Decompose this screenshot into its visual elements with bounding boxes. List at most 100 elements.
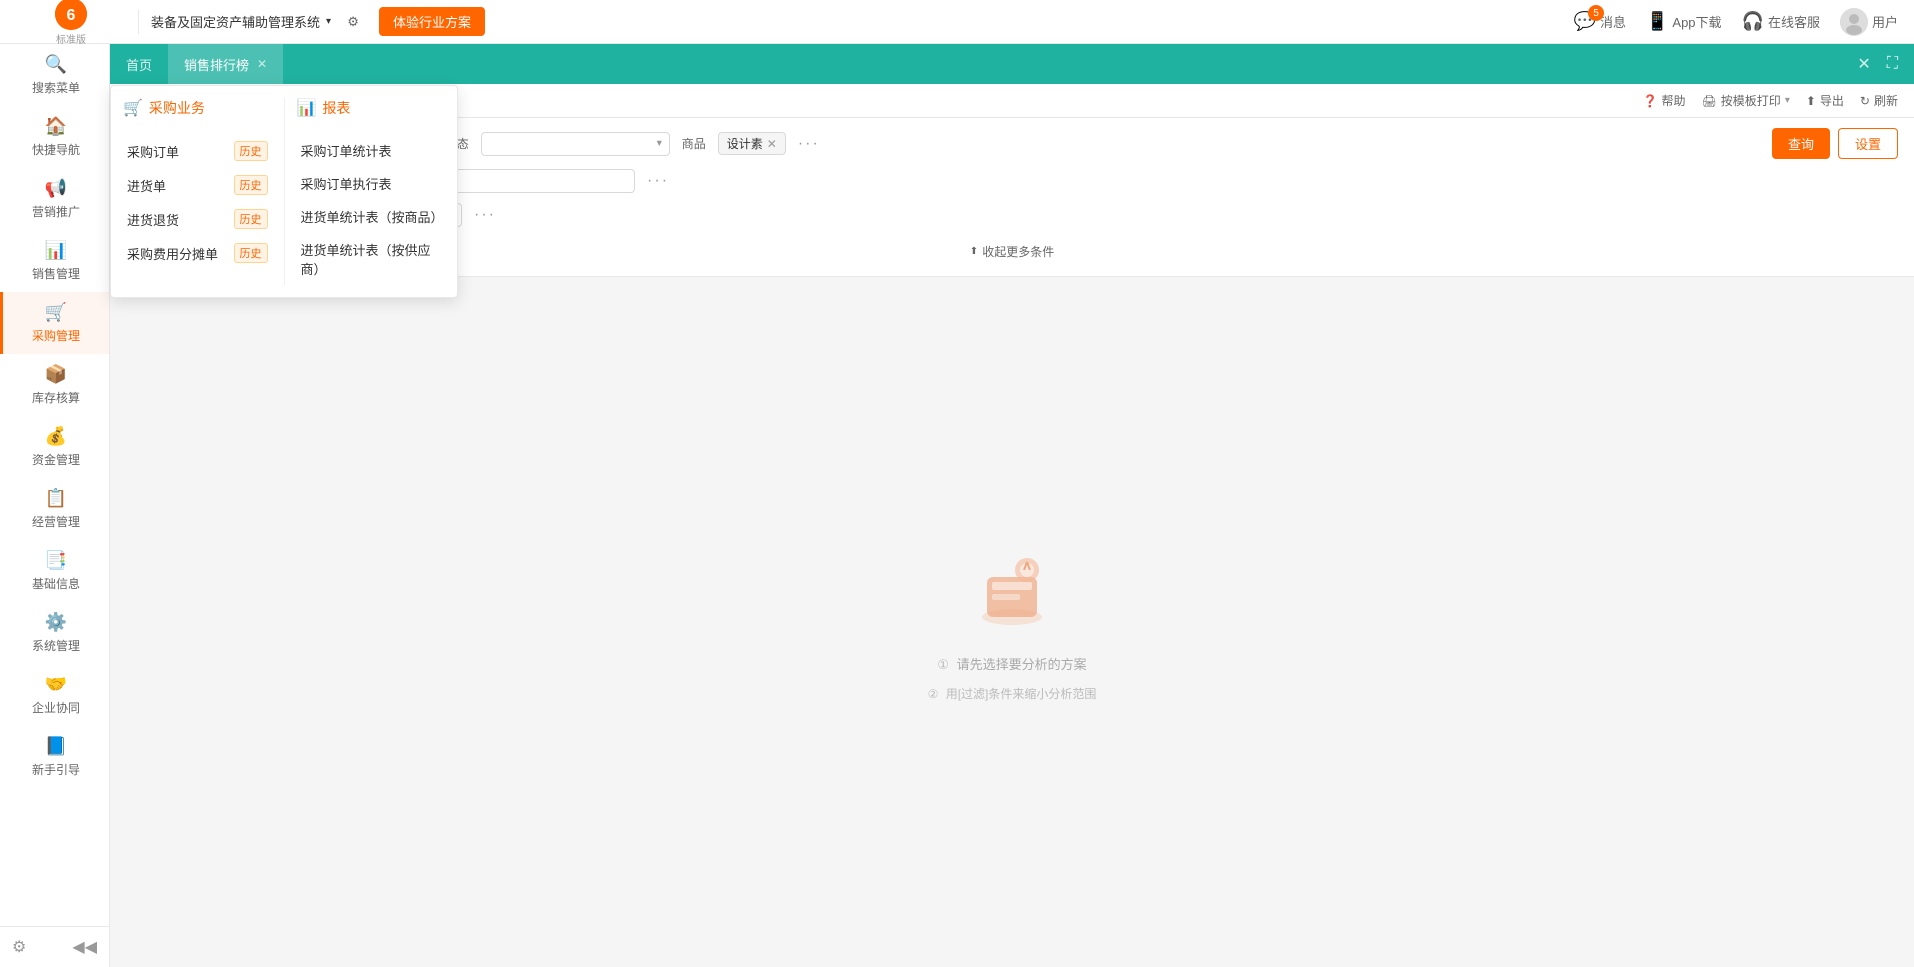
export-btn[interactable]: ⬆ 导出 <box>1806 92 1844 109</box>
sidebar-item-label: 新手引导 <box>32 761 80 778</box>
tab-close-icon[interactable]: ✕ <box>257 57 267 71</box>
tab-close-btn[interactable]: ✕ <box>1853 50 1874 78</box>
collapse-up-icon: ⬆ <box>970 246 978 257</box>
sidebar-item-capital[interactable]: 💰 资金管理 <box>0 416 109 478</box>
dropdown-item-purchase-order[interactable]: 采购订单 历史 <box>123 134 272 168</box>
logo-label: 标准版 <box>56 31 86 46</box>
sidebar-item-label: 资金管理 <box>32 451 80 468</box>
purchase-col-icon: 🛒 <box>123 98 143 118</box>
money-icon: 💰 <box>45 426 67 447</box>
history-badge: 历史 <box>234 209 268 229</box>
dropdown-item-purchase-expense[interactable]: 采购费用分摊单 历史 <box>123 236 272 270</box>
goods-label: 商品 <box>682 135 706 152</box>
item-label: 进货单统计表（按商品） <box>301 207 442 226</box>
sidebar-item-stock[interactable]: 📦 库存核算 <box>0 354 109 416</box>
collapse-label: 收起更多条件 <box>982 243 1054 260</box>
print-dropdown-icon[interactable]: ▾ <box>1785 95 1790 106</box>
dropdown-item-report-4[interactable]: 进货单统计表（按供应商） <box>297 233 446 285</box>
system-title: 装备及固定资产辅助管理系统 ▾ <box>151 12 331 31</box>
customer-dots[interactable]: ··· <box>474 206 496 224</box>
dropdown-item-report-1[interactable]: 采购订单统计表 <box>297 134 446 167</box>
app-download-label: App下载 <box>1672 12 1721 31</box>
trial-button[interactable]: 体验行业方案 <box>379 7 485 36</box>
message-badge: 5 <box>1588 5 1604 21</box>
sidebar-item-sales[interactable]: 📊 销售管理 <box>0 230 109 292</box>
item-label: 采购费用分摊单 <box>127 244 218 263</box>
sidebar-item-marketing[interactable]: 📢 营销推广 <box>0 168 109 230</box>
item-label: 采购订单统计表 <box>301 141 392 160</box>
empty-illustration <box>962 542 1062 642</box>
goods-tag-close[interactable]: ✕ <box>767 137 777 151</box>
megaphone-icon: 📢 <box>45 178 67 199</box>
tab-sales-rank[interactable]: 销售排行榜 ✕ <box>168 44 283 84</box>
salesman-input[interactable] <box>435 169 635 193</box>
settings-icon-btn[interactable]: ⚙ <box>339 8 367 36</box>
sidebar-item-enterprise[interactable]: 🤝 企业协同 <box>0 664 109 726</box>
empty-hint-1: ① 请先选择要分析的方案 <box>937 654 1086 673</box>
sidebar-item-purchase[interactable]: 🛒 采购管理 <box>0 292 109 354</box>
sidebar-item-nav[interactable]: 🏠 快捷导航 <box>0 106 109 168</box>
filter-actions: 查询 设置 <box>1772 128 1898 159</box>
dropdown-item-purchase-in[interactable]: 进货单 历史 <box>123 168 272 202</box>
doc-icon: 📋 <box>45 488 67 509</box>
sidebar-item-system[interactable]: ⚙️ 系统管理 <box>0 602 109 664</box>
goods-dots[interactable]: ··· <box>798 135 820 153</box>
sidebar-item-label: 企业协同 <box>32 699 80 716</box>
dropdown-item-purchase-return[interactable]: 进货退货 历史 <box>123 202 272 236</box>
cart-icon: 🛒 <box>45 302 67 323</box>
help-btn[interactable]: ❓ 帮助 <box>1643 92 1686 109</box>
item-label: 采购订单 <box>127 142 179 161</box>
tab-home[interactable]: 首页 <box>110 44 168 84</box>
status-select[interactable] <box>481 132 670 156</box>
help-icon: ❓ <box>1643 94 1658 108</box>
empty-hint-2: ② 用[过滤]条件来缩小分析范围 <box>928 685 1097 702</box>
goods-tag: 设计素 ✕ <box>718 132 786 155</box>
history-badge: 历史 <box>234 141 268 161</box>
empty-state: ① 请先选择要分析的方案 ② 用[过滤]条件来缩小分析范围 <box>110 277 1914 967</box>
online-service-label: 在线客服 <box>1768 12 1820 31</box>
sidebar-item-label: 基础信息 <box>32 575 80 592</box>
tab-bar-right: ✕ ⛶ <box>1853 50 1914 78</box>
tab-bar: 首页 销售排行榜 ✕ ✕ ⛶ <box>110 44 1914 84</box>
chevron-down-icon[interactable]: ▾ <box>326 16 331 27</box>
dropdown-item-report-2[interactable]: 采购订单执行表 <box>297 167 446 200</box>
settings-button[interactable]: 设置 <box>1838 128 1898 159</box>
phone-icon: 📱 <box>1646 11 1668 32</box>
goods-tag-text: 设计素 <box>727 135 763 152</box>
report-col-icon: 📊 <box>297 98 317 118</box>
sidebar-bottom: ⚙ ◀◀ <box>0 926 109 967</box>
sidebar-item-operation[interactable]: 📋 经营管理 <box>0 478 109 540</box>
chart-icon: 📊 <box>45 240 67 261</box>
item-label: 进货单统计表（按供应商） <box>301 240 442 278</box>
top-bar: 6 标准版 装备及固定资产辅助管理系统 ▾ ⚙ 体验行业方案 💬 5 消息 📱 … <box>0 0 1914 44</box>
query-button[interactable]: 查询 <box>1772 128 1830 159</box>
svg-text:6: 6 <box>67 7 76 24</box>
salesman-dots[interactable]: ··· <box>647 172 669 190</box>
user-label: 用户 <box>1872 12 1898 31</box>
sidebar-item-label: 库存核算 <box>32 389 80 406</box>
online-service-item[interactable]: 🎧 在线客服 <box>1742 11 1820 32</box>
dropdown-item-report-3[interactable]: 进货单统计表（按商品） <box>297 200 446 233</box>
user-item[interactable]: 用户 <box>1840 8 1898 36</box>
item-label: 采购订单执行表 <box>301 174 392 193</box>
export-icon: ⬆ <box>1806 94 1816 108</box>
handshake-icon: 🤝 <box>45 674 67 695</box>
settings-bottom-icon[interactable]: ⚙ <box>12 937 26 957</box>
toolbar-items: ❓ 帮助 🖨 按模板打印 ▾ ⬆ 导出 ↻ 刷新 <box>1643 92 1898 109</box>
tab-expand-btn[interactable]: ⛶ <box>1883 51 1902 77</box>
sidebar-item-label: 系统管理 <box>32 637 80 654</box>
app-download-item[interactable]: 📱 App下载 <box>1646 11 1722 32</box>
sidebar-item-search[interactable]: 🔍 搜索菜单 <box>0 44 109 106</box>
message-item[interactable]: 💬 5 消息 <box>1574 11 1626 32</box>
sidebar-item-basic[interactable]: 📑 基础信息 <box>0 540 109 602</box>
file-icon: 📑 <box>45 550 67 571</box>
collapse-sidebar-icon[interactable]: ◀◀ <box>72 937 97 957</box>
refresh-btn[interactable]: ↻ 刷新 <box>1860 92 1898 109</box>
sidebar-item-label: 销售管理 <box>32 265 80 282</box>
sidebar-item-label: 采购管理 <box>32 327 80 344</box>
dropdown-menu: 🛒 采购业务 采购订单 历史 进货单 历史 进货退货 历史 采购费用分摊单 历史… <box>110 85 458 298</box>
print-btn[interactable]: 🖨 按模板打印 ▾ <box>1702 92 1790 109</box>
sidebar-item-label: 搜索菜单 <box>32 79 80 96</box>
dropdown-report-col: 📊 报表 采购订单统计表 采购订单执行表 进货单统计表（按商品） 进货单统计表（… <box>284 98 458 285</box>
sidebar-item-guide[interactable]: 📘 新手引导 <box>0 726 109 788</box>
